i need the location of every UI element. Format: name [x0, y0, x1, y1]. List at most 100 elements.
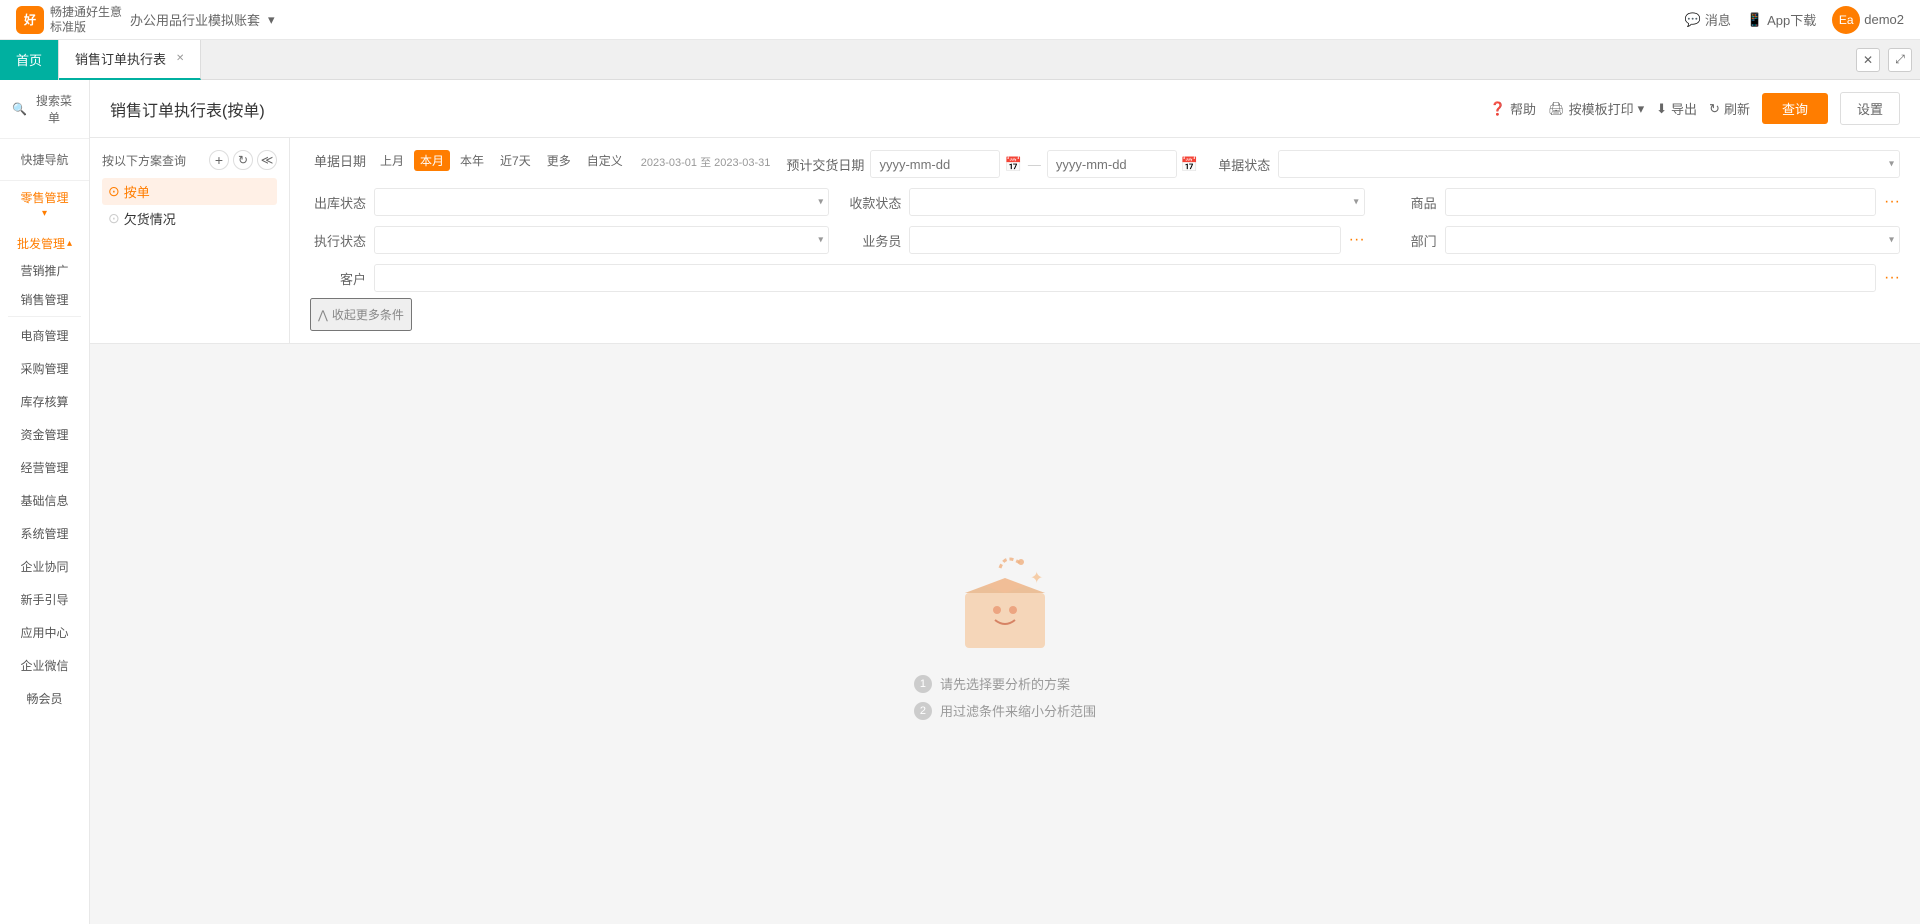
dept-label: 部门 [1381, 231, 1437, 250]
date-tab-this-month[interactable]: 本月 [414, 150, 450, 171]
date-tab-custom[interactable]: 自定义 [581, 150, 629, 171]
out-status-select[interactable] [374, 188, 829, 216]
refresh-btn[interactable]: ↻ 刷新 [1709, 99, 1750, 118]
content-area: 销售订单执行表(按单) ❓ 帮助 🖨 按模板打印 ▾ ⬇ 导出 ↻ 刷新 [90, 80, 1920, 924]
search-menu-btn[interactable]: 🔍 搜索菜单 [8, 88, 81, 130]
tab-home[interactable]: 首页 [0, 40, 59, 80]
close-window-btn[interactable]: ✕ [1856, 48, 1880, 72]
sidebar-item-corp-wechat[interactable]: 企业微信 [0, 649, 89, 682]
print-icon: 🖨 [1548, 101, 1565, 117]
sidebar-item-newbie[interactable]: 新手引导 [0, 583, 89, 616]
filter-left-panel: 按以下方案查询 + ↻ ≪ ⊙ 按单 ⊙ 欠货情况 [90, 138, 290, 343]
exec-status-label: 执行状态 [310, 231, 366, 250]
sidebar-item-retail[interactable]: 零售管理 ▾ [0, 181, 89, 227]
add-scheme-btn[interactable]: + [209, 150, 229, 170]
status-select[interactable] [1278, 150, 1900, 178]
tab-sales-order[interactable]: 销售订单执行表 ✕ [59, 40, 201, 80]
quick-nav-btn[interactable]: 快捷导航 [0, 145, 89, 174]
out-status-item: 出库状态 ▾ [310, 188, 829, 216]
tree-item-label-欠货: 欠货情况 [124, 209, 176, 228]
sidebar-item-basic[interactable]: 基础信息 [0, 484, 89, 517]
refresh-scheme-btn[interactable]: ↻ [233, 150, 253, 170]
sidebar-item-finance[interactable]: 资金管理 [0, 418, 89, 451]
expected-date-to-input[interactable] [1047, 150, 1177, 178]
sidebar-search-section: 🔍 搜索菜单 [0, 80, 89, 139]
home-tab-label: 首页 [16, 50, 42, 69]
message-nav[interactable]: 💬 消息 [1685, 10, 1731, 29]
goods-item: 商品 ··· [1381, 188, 1900, 216]
logo-icon: 好 [16, 6, 44, 34]
phone-icon: 📱 [1747, 12, 1763, 28]
sales-order-tab-label: 销售订单执行表 [75, 49, 166, 68]
query-button[interactable]: 查询 [1762, 93, 1828, 124]
avatar-icon: Ea [1832, 6, 1860, 34]
sidebar-item-wholesale[interactable]: 批发管理 ▴ [0, 227, 89, 256]
status-label: 单据状态 [1214, 155, 1270, 174]
date-tab-this-year[interactable]: 本年 [454, 150, 490, 171]
goods-input[interactable] [1445, 188, 1876, 216]
help-btn[interactable]: ❓ 帮助 [1490, 99, 1536, 118]
collapse-filter-btn[interactable]: ⋀ 收起更多条件 [310, 298, 412, 331]
tree-item-icon-按单: ⊙ [108, 183, 120, 200]
main-layout: 🔍 搜索菜单 快捷导航 零售管理 ▾ 批发管理 ▴ 营销推广 销售管理 电商管理 [0, 80, 1920, 924]
goods-dots[interactable]: ··· [1884, 194, 1900, 210]
header-actions: ❓ 帮助 🖨 按模板打印 ▾ ⬇ 导出 ↻ 刷新 查询 设置 [1490, 92, 1900, 125]
calendar-from-icon[interactable]: 📅 [1004, 156, 1021, 173]
salesman-dots[interactable]: ··· [1349, 232, 1365, 248]
tree-item-按单[interactable]: ⊙ 按单 [102, 178, 277, 205]
collapse-left-btn[interactable]: ≪ [257, 150, 277, 170]
customer-label: 客户 [310, 269, 366, 288]
sidebar-item-marketing[interactable]: 营销推广 [0, 256, 89, 285]
chevron-icon-retail: ▾ [42, 208, 47, 219]
expected-date-label: 预计交货日期 [786, 155, 864, 174]
date-tab-more[interactable]: 更多 [541, 150, 577, 171]
app-download-nav[interactable]: 📱 App下载 [1747, 10, 1816, 29]
page-title: 销售订单执行表(按单) [110, 97, 265, 121]
tree-item-icon-欠货: ⊙ [108, 210, 120, 227]
sidebar-item-membership[interactable]: 畅会员 [0, 682, 89, 715]
maximize-window-btn[interactable]: ⤢ [1888, 48, 1912, 72]
sidebar-item-enterprise[interactable]: 企业协同 [0, 550, 89, 583]
date-tab-last-month[interactable]: 上月 [374, 150, 410, 171]
payment-status-label: 收款状态 [845, 193, 901, 212]
message-icon: 💬 [1685, 12, 1701, 28]
sidebar-item-appstore[interactable]: 应用中心 [0, 616, 89, 649]
close-tab-icon[interactable]: ✕ [176, 53, 184, 64]
out-status-label: 出库状态 [310, 193, 366, 212]
payment-status-item: 收款状态 ▾ [845, 188, 1364, 216]
empty-tips: 1 请先选择要分析的方案 2 用过滤条件来缩小分析范围 [914, 674, 1096, 720]
filter-right-panel: 单据日期 上月 本月 本年 近7天 更多 自定义 2023-03-01 至 20… [290, 138, 1920, 343]
payment-status-select[interactable] [909, 188, 1364, 216]
refresh-icon: ↻ [1709, 101, 1720, 117]
sidebar-item-system[interactable]: 系统管理 [0, 517, 89, 550]
empty-tip-1: 1 请先选择要分析的方案 [914, 674, 1096, 693]
left-panel-action-group: + ↻ ≪ [209, 150, 277, 170]
company-selector[interactable]: 办公用品行业模拟账套 ▾ [130, 10, 275, 29]
export-icon: ⬇ [1656, 101, 1667, 117]
export-btn[interactable]: ⬇ 导出 [1656, 99, 1697, 118]
sidebar-item-purchase[interactable]: 采购管理 [0, 352, 89, 385]
dept-select[interactable] [1445, 226, 1900, 254]
sidebar-item-inventory[interactable]: 库存核算 [0, 385, 89, 418]
setting-button[interactable]: 设置 [1840, 92, 1900, 125]
tree-item-欠货情况[interactable]: ⊙ 欠货情况 [102, 205, 277, 232]
customer-input[interactable] [374, 264, 1876, 292]
sidebar-item-operations[interactable]: 经营管理 [0, 451, 89, 484]
salesman-input[interactable] [909, 226, 1340, 254]
calendar-to-icon[interactable]: 📅 [1181, 156, 1198, 173]
topbar-left: 好 畅捷通好生意 标准版 办公用品行业模拟账套 ▾ [16, 5, 275, 34]
sidebar-item-sales[interactable]: 销售管理 [0, 285, 89, 314]
empty-state: ✦ 1 请先选择要分析的方案 2 用过滤条件来缩小分析范围 [914, 548, 1096, 720]
logo-text: 畅捷通好生意 标准版 [50, 5, 122, 34]
exec-status-item: 执行状态 ▾ [310, 226, 829, 254]
user-avatar[interactable]: Ea demo2 [1832, 6, 1904, 34]
date-tab-7days[interactable]: 近7天 [494, 150, 537, 171]
help-icon: ❓ [1490, 101, 1506, 117]
expected-date-from-input[interactable] [870, 150, 1000, 178]
print-btn[interactable]: 🖨 按模板打印 ▾ [1548, 99, 1644, 118]
tip-num-1: 1 [914, 675, 932, 693]
exec-status-select[interactable] [374, 226, 829, 254]
left-panel-header: 按以下方案查询 + ↻ ≪ [102, 150, 277, 170]
customer-dots[interactable]: ··· [1884, 270, 1900, 286]
sidebar-item-ecommerce[interactable]: 电商管理 [0, 319, 89, 352]
